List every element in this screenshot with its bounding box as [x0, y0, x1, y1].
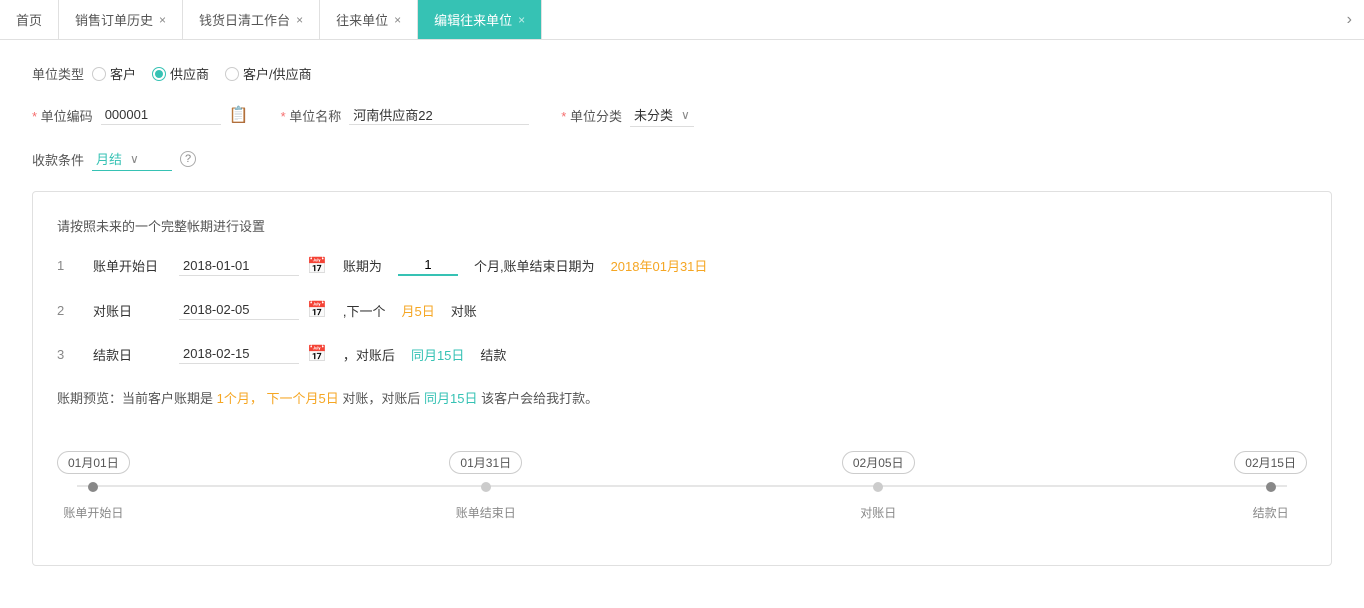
row-2-num: 2 [57, 303, 77, 318]
row-1-desc-prefix: 账期为 [343, 256, 382, 275]
close-sales-history-icon[interactable]: × [159, 13, 166, 27]
timeline-points: 01月01日 账单开始日 01月31日 账单结束日 02月05日 对账日 02月… [57, 451, 1307, 521]
preview-text: 账期预览：当前客户账期是 1个月， 下一个月5日 对账，对账后 同月15日 该客… [57, 388, 1307, 407]
unit-category-label: 单位分类 [561, 106, 622, 125]
period-input[interactable] [398, 255, 458, 276]
setting-row-1: 1 账单开始日 📅 账期为 个月,账单结束日期为 2018年01月31日 [57, 255, 1307, 276]
timeline-point-2: 02月05日 对账日 [842, 451, 915, 521]
unit-category-dropdown[interactable]: 未分类 ∨ [630, 103, 694, 127]
tab-edit-partner[interactable]: 编辑往来单位 × [418, 0, 542, 39]
setting-row-3: 3 结款日 📅 ，对账后 同月15日 结款 [57, 344, 1307, 364]
row-1-calendar-icon[interactable]: 📅 [307, 256, 327, 276]
timeline-badge-2: 02月05日 [842, 451, 915, 474]
close-partner-unit-icon[interactable]: × [394, 13, 401, 27]
tab-cash-work[interactable]: 钱货日清工作台 × [183, 0, 320, 39]
row-3-label: 结款日 [93, 345, 163, 364]
payment-condition-dropdown[interactable]: 月结 ∨ [92, 147, 172, 171]
timeline-point-0: 01月01日 账单开始日 [57, 451, 130, 521]
row-2-calendar-icon[interactable]: 📅 [307, 300, 327, 320]
main-content: 单位类型 客户 供应商 客户/供应商 单位编码 📋 [0, 40, 1364, 608]
unit-code-field: 单位编码 📋 [32, 105, 249, 125]
row-2-date-input[interactable] [179, 300, 299, 320]
row-2-desc-prefix: ,下一个 [343, 301, 386, 320]
timeline-badge-3: 02月15日 [1234, 451, 1307, 474]
unit-type-row: 单位类型 客户 供应商 客户/供应商 [32, 64, 1332, 83]
row-1-desc-suffix: 个月,账单结束日期为 [474, 256, 595, 275]
timeline-dot-1 [481, 482, 491, 492]
timeline-point-1: 01月31日 账单结束日 [449, 451, 522, 521]
unit-name-field: 单位名称 [281, 105, 530, 125]
row-3-desc-suffix: 结款 [480, 345, 506, 364]
tab-sales-history[interactable]: 销售订单历史 × [59, 0, 183, 39]
radio-both-circle [225, 67, 239, 81]
row-1-num: 1 [57, 258, 77, 273]
unit-name-label: 单位名称 [281, 106, 342, 125]
timeline-point-3: 02月15日 结款日 [1234, 451, 1307, 521]
unit-type-field: 单位类型 客户 供应商 客户/供应商 [32, 64, 312, 83]
close-cash-work-icon[interactable]: × [296, 13, 303, 27]
row-1-date: 📅 [179, 256, 327, 276]
setting-row-2: 2 对账日 📅 ,下一个 月5日 对账 [57, 300, 1307, 320]
preview-reconcile-date: 下一个月5日 [267, 391, 339, 406]
row-2-date: 📅 [179, 300, 327, 320]
radio-customer-circle [92, 67, 106, 81]
timeline: 01月01日 账单开始日 01月31日 账单结束日 02月05日 对账日 02月… [57, 431, 1307, 541]
payment-condition-field: 收款条件 月结 ∨ ? [32, 147, 196, 171]
timeline-dot-2 [873, 482, 883, 492]
tab-more-button[interactable]: › [1335, 11, 1364, 29]
timeline-label-2: 对账日 [860, 504, 896, 521]
row-3-desc-prefix: ，对账后 [343, 345, 395, 364]
unit-type-label: 单位类型 [32, 64, 84, 83]
radio-both[interactable]: 客户/供应商 [225, 64, 312, 83]
row-2-label: 对账日 [93, 301, 163, 320]
timeline-badge-1: 01月31日 [449, 451, 522, 474]
code-name-row: 单位编码 📋 单位名称 单位分类 未分类 ∨ [32, 103, 1332, 127]
payment-condition-value: 月结 [96, 149, 122, 168]
row-1-date-input[interactable] [179, 256, 299, 276]
tab-bar: 首页 销售订单历史 × 钱货日清工作台 × 往来单位 × 编辑往来单位 × › [0, 0, 1364, 40]
close-edit-partner-icon[interactable]: × [518, 13, 525, 27]
timeline-label-1: 账单结束日 [456, 504, 516, 521]
radio-customer[interactable]: 客户 [92, 64, 136, 83]
timeline-dot-3 [1266, 482, 1276, 492]
unit-name-input[interactable] [349, 105, 529, 125]
payment-condition-label: 收款条件 [32, 150, 84, 169]
row-3-date: 📅 [179, 344, 327, 364]
timeline-label-0: 账单开始日 [63, 504, 123, 521]
unit-code-input[interactable] [101, 105, 221, 125]
row-1-label: 账单开始日 [93, 256, 163, 275]
payment-help-icon[interactable]: ? [180, 151, 196, 167]
row-1-highlight: 2018年01月31日 [611, 256, 708, 275]
timeline-badge-0: 01月01日 [57, 451, 130, 474]
preview-payment-date: 同月15日 [424, 391, 477, 406]
row-3-date-input[interactable] [179, 344, 299, 364]
radio-supplier[interactable]: 供应商 [152, 64, 209, 83]
row-2-highlight: 月5日 [402, 301, 435, 320]
row-2-desc-suffix: 对账 [451, 301, 477, 320]
tab-partner-unit[interactable]: 往来单位 × [320, 0, 418, 39]
preview-period: 1个月， [217, 391, 263, 406]
radio-supplier-circle [152, 67, 166, 81]
payment-dropdown-arrow-icon: ∨ [130, 152, 139, 166]
panel-title: 请按照未来的一个完整帐期进行设置 [57, 216, 1307, 235]
row-3-highlight: 同月15日 [411, 345, 464, 364]
timeline-dot-0 [88, 482, 98, 492]
tab-home[interactable]: 首页 [0, 0, 59, 39]
row-3-num: 3 [57, 347, 77, 362]
row-3-calendar-icon[interactable]: 📅 [307, 344, 327, 364]
unit-category-field: 单位分类 未分类 ∨ [561, 103, 694, 127]
category-arrow-icon: ∨ [681, 108, 690, 122]
payment-row: 收款条件 月结 ∨ ? [32, 147, 1332, 171]
settings-panel: 请按照未来的一个完整帐期进行设置 1 账单开始日 📅 账期为 个月,账单结束日期… [32, 191, 1332, 566]
unit-code-icon[interactable]: 📋 [229, 105, 249, 125]
timeline-label-3: 结款日 [1253, 504, 1289, 521]
unit-code-label: 单位编码 [32, 106, 93, 125]
radio-group: 客户 供应商 客户/供应商 [92, 64, 312, 83]
